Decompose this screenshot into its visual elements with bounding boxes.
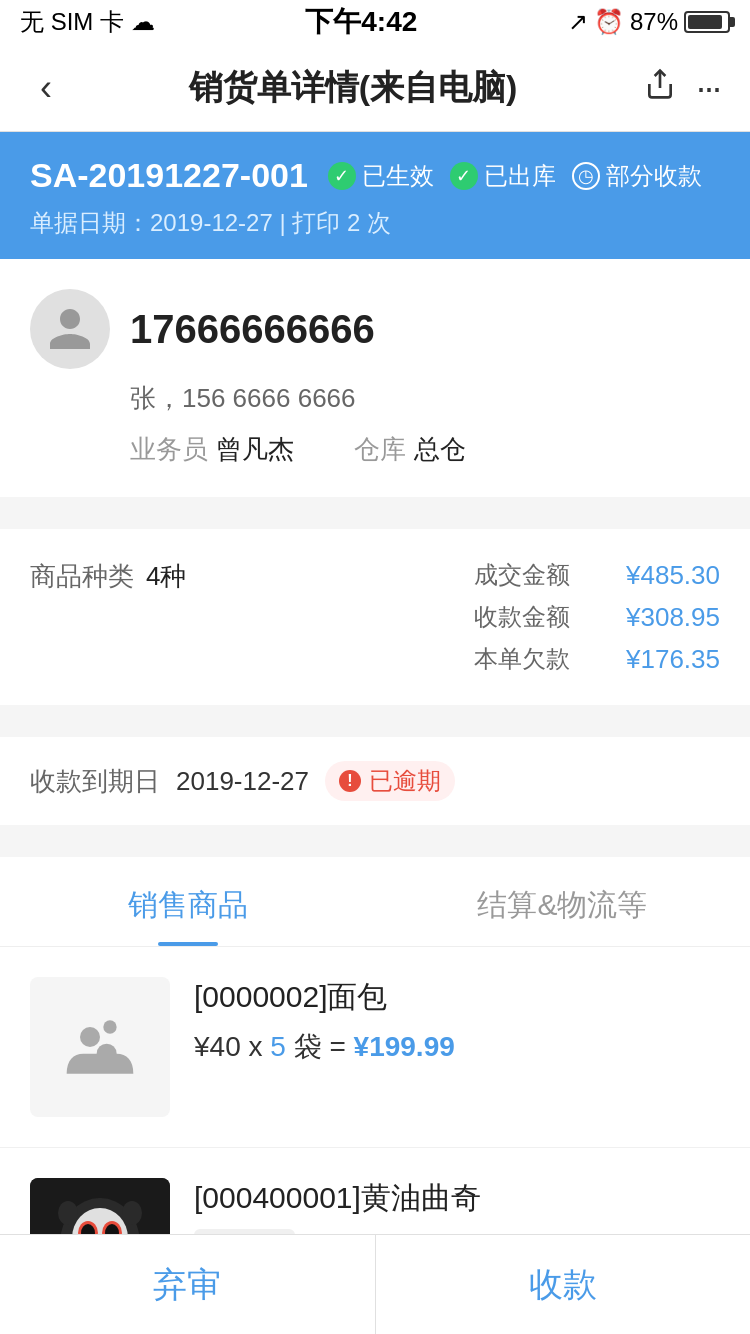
- nav-actions: ···: [644, 67, 720, 109]
- battery-icon: [684, 11, 730, 33]
- svg-point-12: [58, 1201, 78, 1225]
- back-button[interactable]: ‹: [30, 57, 62, 119]
- overdue-badge: ! 已逾期: [325, 761, 455, 801]
- battery-area: ↗ ⏰ 87%: [568, 8, 730, 36]
- location-icon: ↗: [568, 8, 588, 36]
- tab-sales-products[interactable]: 销售商品: [0, 857, 375, 946]
- time-label: 下午4:42: [305, 3, 417, 41]
- product-name-1: [0000002]面包: [194, 977, 720, 1018]
- product-info-1: [0000002]面包 ¥40 x 5 袋 = ¥199.99: [194, 977, 720, 1066]
- page-title: 销货单详情(来自电脑): [189, 65, 518, 111]
- status-badges: ✓ 已生效 ✓ 已出库 ◷ 部分收款: [328, 160, 702, 192]
- svg-point-13: [122, 1201, 142, 1225]
- due-label: 收款到期日: [30, 764, 160, 799]
- battery-percent: 87%: [630, 8, 678, 36]
- product-thumbnail-1: [30, 977, 170, 1117]
- product-type-count: 商品种类 4种: [30, 559, 375, 594]
- clock-icon: ◷: [572, 162, 600, 190]
- badge-shipped: ✓ 已出库: [450, 160, 556, 192]
- balance-row: 本单欠款 ¥176.35: [474, 643, 720, 675]
- product-price-1: ¥40 x 5 袋 = ¥199.99: [194, 1028, 720, 1066]
- warehouse-label: 仓库: [354, 432, 406, 467]
- warehouse-info: 仓库 总仓: [354, 432, 466, 467]
- tabs-header: 销售商品 结算&物流等: [0, 857, 750, 947]
- customer-name-phone: 张，156 6666 6666: [30, 381, 720, 416]
- product-item: [0000002]面包 ¥40 x 5 袋 = ¥199.99: [0, 947, 750, 1148]
- salesperson-info: 业务员 曾凡杰: [130, 432, 294, 467]
- balance-label: 本单欠款: [474, 643, 570, 675]
- received-label: 收款金额: [474, 601, 570, 633]
- badge-activated: ✓ 已生效: [328, 160, 434, 192]
- customer-phone: 17666666666: [130, 307, 375, 352]
- financial-stats: 成交金额 ¥485.30 收款金额 ¥308.95 本单欠款 ¥176.35: [375, 559, 720, 675]
- svg-point-1: [80, 1027, 100, 1047]
- salesperson-label: 业务员: [130, 432, 208, 467]
- stats-section: 商品种类 4种 成交金额 ¥485.30 收款金额 ¥308.95 本单欠款 ¥…: [0, 529, 750, 705]
- tabs-section: 销售商品 结算&物流等: [0, 857, 750, 947]
- abandon-review-button[interactable]: 弃审: [0, 1235, 376, 1334]
- order-sub-info: 单据日期：2019-12-27 | 打印 2 次: [30, 207, 720, 239]
- customer-section: 17666666666 张，156 6666 6666 业务员 曾凡杰 仓库 总…: [0, 259, 750, 497]
- alarm-icon: ⏰: [594, 8, 624, 36]
- share-button[interactable]: [644, 67, 676, 109]
- bottom-bar: 弃审 收款: [0, 1234, 750, 1334]
- warehouse-name: 总仓: [414, 432, 466, 467]
- amount-row: 成交金额 ¥485.30: [474, 559, 720, 591]
- more-button[interactable]: ···: [696, 67, 720, 109]
- product-name-2: [000400001]黄油曲奇: [194, 1178, 720, 1219]
- due-date-section: 收款到期日 2019-12-27 ! 已逾期: [0, 737, 750, 825]
- product-type-value: 4种: [146, 559, 186, 594]
- tab-settlement-logistics[interactable]: 结算&物流等: [375, 857, 750, 946]
- customer-meta: 业务员 曾凡杰 仓库 总仓: [30, 432, 720, 467]
- received-row: 收款金额 ¥308.95: [474, 601, 720, 633]
- check-icon-1: ✓: [328, 162, 356, 190]
- nav-bar: ‹ 销货单详情(来自电脑) ···: [0, 44, 750, 132]
- amount-label: 成交金额: [474, 559, 570, 591]
- received-value: ¥308.95: [590, 602, 720, 633]
- order-header-banner: SA-20191227-001 ✓ 已生效 ✓ 已出库 ◷ 部分收款 单据日期：…: [0, 132, 750, 259]
- salesperson-name: 曾凡杰: [216, 432, 294, 467]
- collect-payment-button[interactable]: 收款: [376, 1235, 751, 1334]
- balance-value: ¥176.35: [590, 644, 720, 675]
- overdue-icon: !: [339, 770, 361, 792]
- amount-value: ¥485.30: [590, 560, 720, 591]
- carrier-label: 无 SIM 卡 ☁: [20, 6, 155, 38]
- product-type-label: 商品种类: [30, 559, 134, 594]
- check-icon-2: ✓: [450, 162, 478, 190]
- customer-avatar: [30, 289, 110, 369]
- overdue-text: 已逾期: [369, 765, 441, 797]
- status-bar: 无 SIM 卡 ☁ 下午4:42 ↗ ⏰ 87%: [0, 0, 750, 44]
- order-id: SA-20191227-001: [30, 156, 308, 195]
- due-date-value: 2019-12-27: [176, 766, 309, 797]
- badge-partial-payment: ◷ 部分收款: [572, 160, 702, 192]
- svg-point-2: [103, 1020, 116, 1033]
